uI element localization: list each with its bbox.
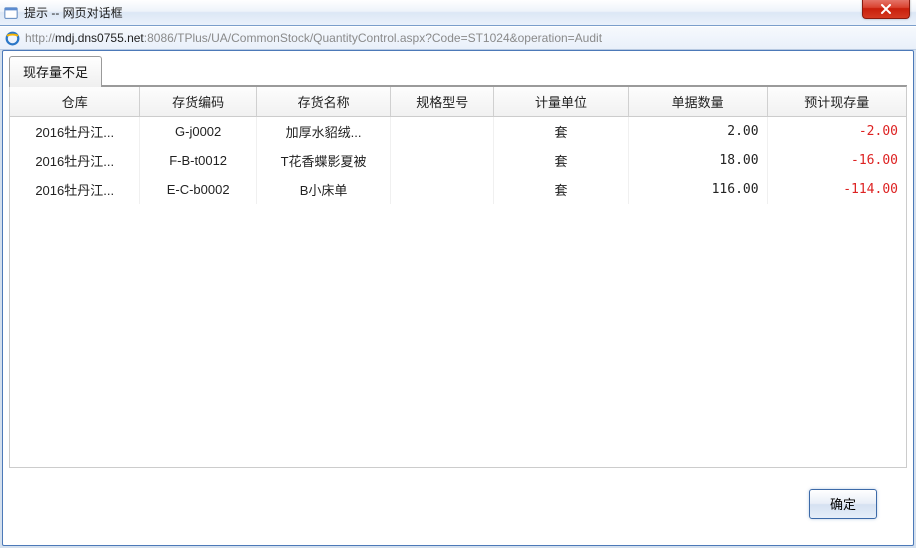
ok-button[interactable]: 确定: [809, 489, 877, 519]
col-spec[interactable]: 规格型号: [391, 87, 494, 117]
url-path: :8086/TPlus/UA/CommonStock/QuantityContr…: [144, 31, 602, 45]
cell-warehouse: 2016牡丹江...: [10, 146, 140, 175]
data-grid: 仓库 存货编码 存货名称 规格型号 计量单位 单据数量 预计现存量 2016牡丹…: [9, 86, 907, 468]
tab-strip: 现存量不足: [9, 57, 907, 86]
table-row[interactable]: 2016牡丹江... G-j0002 加厚水貂绒... 套 2.00 -2.00: [10, 117, 906, 147]
url-scheme: http://: [25, 31, 55, 45]
dialog-footer: 确定: [809, 489, 877, 519]
app-icon: [3, 5, 19, 21]
cell-unit: 套: [494, 117, 628, 147]
cell-code: E-C-b0002: [140, 175, 256, 204]
table-row[interactable]: 2016牡丹江... E-C-b0002 B小床单 套 116.00 -114.…: [10, 175, 906, 204]
cell-unit: 套: [494, 146, 628, 175]
cell-name: B小床单: [256, 175, 390, 204]
dialog-body: 现存量不足 仓库 存货编码 存货名称 规格型号 计量单位 单据数量 预计现: [2, 50, 914, 546]
col-code[interactable]: 存货编码: [140, 87, 256, 117]
cell-balance: -2.00: [767, 117, 906, 147]
cell-qty: 2.00: [628, 117, 767, 147]
window-title: 提示 -- 网页对话框: [24, 0, 123, 26]
table-row[interactable]: 2016牡丹江... F-B-t0012 T花香蝶影夏被 套 18.00 -16…: [10, 146, 906, 175]
col-warehouse[interactable]: 仓库: [10, 87, 140, 117]
cell-code: G-j0002: [140, 117, 256, 147]
tab-strip-line: [102, 57, 907, 86]
col-unit[interactable]: 计量单位: [494, 87, 628, 117]
tab-insufficient-stock[interactable]: 现存量不足: [9, 56, 102, 87]
cell-spec: [391, 146, 494, 175]
cell-spec: [391, 175, 494, 204]
cell-warehouse: 2016牡丹江...: [10, 117, 140, 147]
cell-balance: -114.00: [767, 175, 906, 204]
url-host: mdj.dns0755.net: [55, 31, 144, 45]
grid-header-row: 仓库 存货编码 存货名称 规格型号 计量单位 单据数量 预计现存量: [10, 87, 906, 117]
col-name[interactable]: 存货名称: [256, 87, 390, 117]
col-balance[interactable]: 预计现存量: [767, 87, 906, 117]
cell-qty: 18.00: [628, 146, 767, 175]
cell-name: T花香蝶影夏被: [256, 146, 390, 175]
ie-icon: [4, 30, 20, 46]
cell-unit: 套: [494, 175, 628, 204]
col-qty[interactable]: 单据数量: [628, 87, 767, 117]
cell-spec: [391, 117, 494, 147]
address-bar: http://mdj.dns0755.net:8086/TPlus/UA/Com…: [0, 26, 916, 50]
cell-warehouse: 2016牡丹江...: [10, 175, 140, 204]
url-text: http://mdj.dns0755.net:8086/TPlus/UA/Com…: [25, 31, 602, 45]
cell-qty: 116.00: [628, 175, 767, 204]
cell-code: F-B-t0012: [140, 146, 256, 175]
cell-balance: -16.00: [767, 146, 906, 175]
cell-name: 加厚水貂绒...: [256, 117, 390, 147]
close-button[interactable]: [862, 0, 910, 19]
window-titlebar: 提示 -- 网页对话框: [0, 0, 916, 26]
close-icon: [880, 4, 892, 14]
